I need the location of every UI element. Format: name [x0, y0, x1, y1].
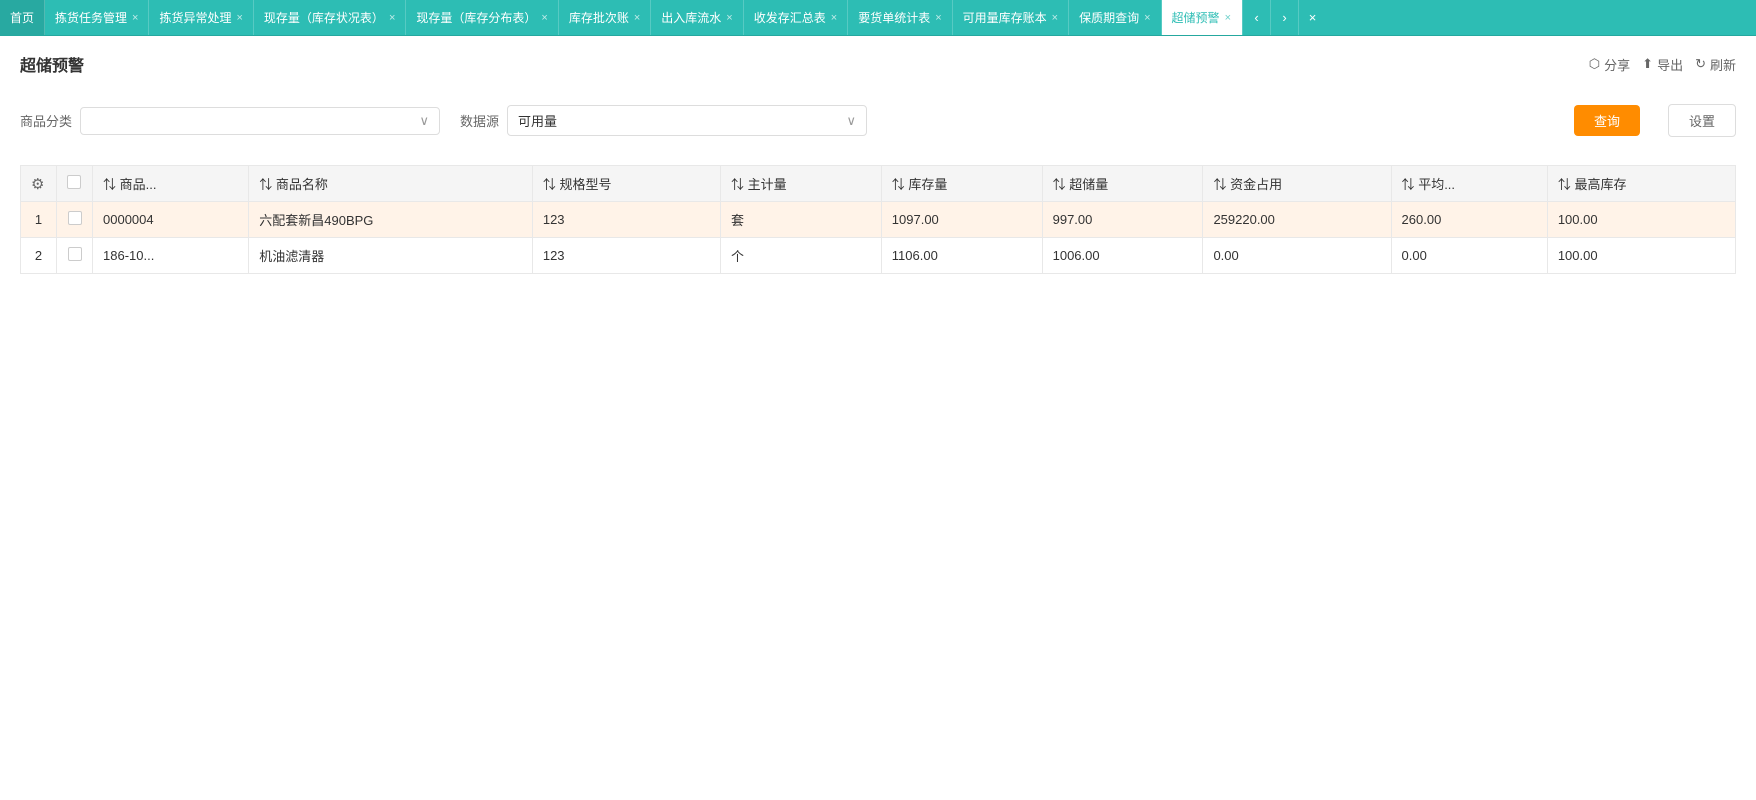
close-icon[interactable]: ×: [634, 12, 640, 24]
row-unit: 套: [720, 202, 881, 238]
filter-area: 商品分类 ∨ 数据源 可用量 ∨ 查询 设置: [20, 92, 1736, 149]
nav-close-button[interactable]: ×: [1298, 0, 1326, 36]
close-icon[interactable]: ×: [935, 12, 941, 24]
chevron-down-icon: ∨: [420, 113, 430, 129]
nav-next-button[interactable]: ›: [1270, 0, 1298, 36]
datasource-value: 可用量: [518, 111, 557, 130]
export-icon: ⬆: [1642, 56, 1653, 72]
row-checkbox[interactable]: [68, 211, 82, 225]
th-settings: ⚙: [21, 166, 57, 202]
row-product-name: 六配套新昌490BPG: [249, 202, 533, 238]
th-spec[interactable]: ⇅ 规格型号: [532, 166, 720, 202]
th-product-name[interactable]: ⇅ 商品名称: [249, 166, 533, 202]
close-icon[interactable]: ×: [831, 12, 837, 24]
th-avg[interactable]: ⇅ 平均...: [1391, 166, 1547, 202]
share-button[interactable]: ⬡ 分享: [1589, 55, 1630, 74]
row-avg: 260.00: [1391, 202, 1547, 238]
refresh-button[interactable]: ↻ 刷新: [1695, 55, 1736, 74]
page-content: 超储预警 ⬡ 分享 ⬆ 导出 ↻ 刷新 商品分类 ∨ 数据源: [0, 36, 1756, 800]
close-icon[interactable]: ×: [132, 12, 138, 24]
export-button[interactable]: ⬆ 导出: [1642, 55, 1683, 74]
row-overstock: 1006.00: [1042, 238, 1203, 274]
row-capital: 0.00: [1203, 238, 1391, 274]
nav-item-task-mgmt[interactable]: 拣货任务管理 ×: [45, 0, 149, 36]
category-filter-group: 商品分类 ∨: [20, 107, 440, 135]
row-unit: 个: [720, 238, 881, 274]
row-avg: 0.00: [1391, 238, 1547, 274]
nav-item-summary[interactable]: 收发存汇总表 ×: [744, 0, 848, 36]
row-capital: 259220.00: [1203, 202, 1391, 238]
close-icon[interactable]: ×: [726, 12, 732, 24]
close-icon[interactable]: ×: [541, 12, 547, 24]
close-icon[interactable]: ×: [236, 12, 242, 24]
datasource-select[interactable]: 可用量 ∨: [507, 105, 867, 136]
header-actions: ⬡ 分享 ⬆ 导出 ↻ 刷新: [1589, 55, 1736, 74]
nav-item-batch[interactable]: 库存批次账 ×: [559, 0, 651, 36]
row-max-stock: 100.00: [1547, 202, 1735, 238]
page-header: 超储预警 ⬡ 分享 ⬆ 导出 ↻ 刷新: [20, 52, 1736, 76]
th-product-code[interactable]: ⇅ 商品...: [93, 166, 249, 202]
close-icon[interactable]: ×: [1144, 12, 1150, 24]
th-capital[interactable]: ⇅ 资金占用: [1203, 166, 1391, 202]
row-spec: 123: [532, 202, 720, 238]
category-label: 商品分类: [20, 111, 72, 130]
row-overstock: 997.00: [1042, 202, 1203, 238]
nav-item-available[interactable]: 可用量库存账本 ×: [953, 0, 1069, 36]
row-num: 2: [21, 238, 57, 274]
nav-item-order-stats[interactable]: 要货单统计表 ×: [848, 0, 952, 36]
close-icon[interactable]: ×: [1225, 12, 1231, 24]
nav-item-inventory-status[interactable]: 现存量（库存状况表） ×: [254, 0, 406, 36]
table-header-row: ⚙ ⇅ 商品... ⇅ 商品名称 ⇅ 规格型号 ⇅ 主计量 ⇅: [21, 166, 1736, 202]
settings-button[interactable]: 设置: [1668, 104, 1736, 137]
close-icon[interactable]: ×: [389, 12, 395, 24]
nav-item-home[interactable]: 首页: [0, 0, 45, 36]
th-max-stock[interactable]: ⇅ 最高库存: [1547, 166, 1735, 202]
refresh-icon: ↻: [1695, 56, 1706, 72]
th-stock[interactable]: ⇅ 库存量: [881, 166, 1042, 202]
nav-bar: 首页 拣货任务管理 × 拣货异常处理 × 现存量（库存状况表） × 现存量（库存…: [0, 0, 1756, 36]
row-checkbox-cell: [57, 238, 93, 274]
th-checkbox: [57, 166, 93, 202]
nav-item-overstock[interactable]: 超储预警 ×: [1162, 0, 1242, 36]
table-body: 1 0000004 六配套新昌490BPG 123 套 1097.00 997.…: [21, 202, 1736, 274]
nav-item-inout[interactable]: 出入库流水 ×: [651, 0, 743, 36]
table-row: 2 186-10... 机油滤清器 123 个 1106.00 1006.00 …: [21, 238, 1736, 274]
nav-item-inventory-dist[interactable]: 现存量（库存分布表） ×: [406, 0, 558, 36]
row-product-name: 机油滤清器: [249, 238, 533, 274]
select-all-checkbox[interactable]: [67, 175, 81, 189]
row-product-code: 0000004: [93, 202, 249, 238]
chevron-down-icon: ∨: [847, 113, 857, 129]
nav-item-abnormal[interactable]: 拣货异常处理 ×: [149, 0, 253, 36]
datasource-label: 数据源: [460, 111, 499, 130]
category-select[interactable]: ∨: [80, 107, 440, 135]
data-table: ⚙ ⇅ 商品... ⇅ 商品名称 ⇅ 规格型号 ⇅ 主计量 ⇅: [20, 165, 1736, 274]
close-icon[interactable]: ×: [1052, 12, 1058, 24]
th-overstock[interactable]: ⇅ 超储量: [1042, 166, 1203, 202]
datasource-filter-group: 数据源 可用量 ∨: [460, 105, 867, 136]
query-button[interactable]: 查询: [1574, 105, 1640, 136]
nav-prev-button[interactable]: ‹: [1242, 0, 1270, 36]
row-product-code: 186-10...: [93, 238, 249, 274]
gear-icon[interactable]: ⚙: [31, 176, 44, 193]
row-checkbox-cell: [57, 202, 93, 238]
row-num: 1: [21, 202, 57, 238]
share-icon: ⬡: [1589, 56, 1600, 72]
row-spec: 123: [532, 238, 720, 274]
th-unit[interactable]: ⇅ 主计量: [720, 166, 881, 202]
row-max-stock: 100.00: [1547, 238, 1735, 274]
row-stock: 1106.00: [881, 238, 1042, 274]
row-stock: 1097.00: [881, 202, 1042, 238]
table-row: 1 0000004 六配套新昌490BPG 123 套 1097.00 997.…: [21, 202, 1736, 238]
filter-buttons: 查询: [1574, 105, 1640, 136]
page-title: 超储预警: [20, 52, 84, 76]
nav-item-expiry[interactable]: 保质期查询 ×: [1069, 0, 1161, 36]
row-checkbox[interactable]: [68, 247, 82, 261]
